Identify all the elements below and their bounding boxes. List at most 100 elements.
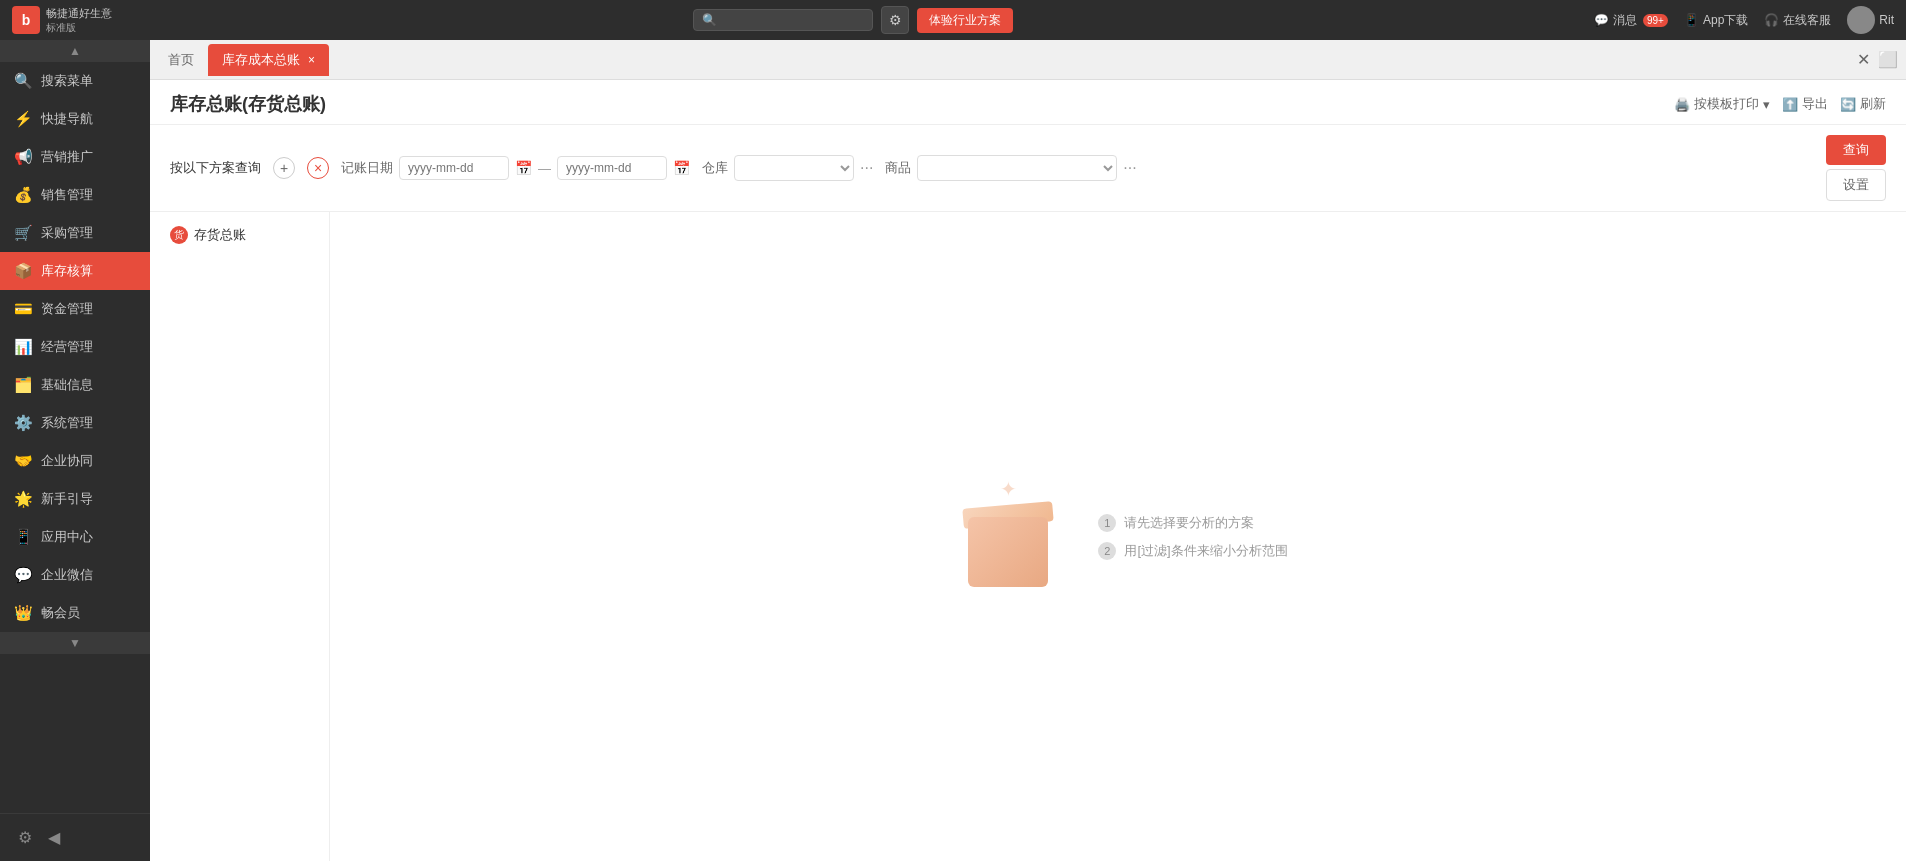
support-icon: 🎧 (1764, 13, 1779, 27)
filter-button-group: 查询 设置 (1826, 135, 1886, 201)
sidebar-item-purchase[interactable]: 🛒 采购管理 (0, 214, 150, 252)
page-title: 库存总账(存货总账) (170, 92, 326, 116)
user-avatar (1847, 6, 1875, 34)
scheme-item-inventory-ledger[interactable]: 货 存货总账 (162, 220, 317, 250)
product-select[interactable] (917, 155, 1117, 181)
message-badge: 99+ (1643, 14, 1668, 27)
search-input[interactable] (721, 13, 861, 27)
purchase-icon: 🛒 (14, 224, 33, 242)
date-start-input[interactable] (399, 156, 509, 180)
page-title-bar: 库存总账(存货总账) 🖨️ 按模板打印 ▾ ⬆️ 导出 🔄 刷新 (150, 80, 1906, 125)
export-button[interactable]: ⬆️ 导出 (1782, 95, 1828, 113)
product-label: 商品 (885, 159, 911, 177)
sidebar-scroll-down[interactable]: ▼ (0, 632, 150, 654)
date-field-label: 记账日期 (341, 159, 393, 177)
filter-add-button[interactable]: + (273, 157, 295, 179)
tab-home[interactable]: 首页 (158, 44, 204, 76)
query-button[interactable]: 查询 (1826, 135, 1886, 165)
scheme-icon: 货 (170, 226, 188, 244)
header-center: 🔍 ⚙ 体验行业方案 (693, 6, 1013, 34)
app-download-action[interactable]: 📱 App下载 (1684, 12, 1748, 29)
settings-button[interactable]: 设置 (1826, 169, 1886, 201)
search-menu-icon: 🔍 (14, 72, 33, 90)
new-guide-icon: 🌟 (14, 490, 33, 508)
empty-illustration: ✦ (948, 477, 1068, 597)
sidebar-item-enterprise-wechat[interactable]: 💬 企业微信 (0, 556, 150, 594)
message-icon: 💬 (1594, 13, 1609, 27)
sidebar-settings-button[interactable]: ⚙ (14, 824, 36, 851)
hint-text-1: 请先选择要分析的方案 (1124, 514, 1254, 532)
inventory-icon: 📦 (14, 262, 33, 280)
sidebar-item-finance[interactable]: 💳 资金管理 (0, 290, 150, 328)
product-field-group: 商品 ··· (885, 155, 1136, 181)
filter-close-button[interactable]: × (307, 157, 329, 179)
sidebar-item-inventory[interactable]: 📦 库存核算 (0, 252, 150, 290)
header-right: 💬 消息 99+ 📱 App下载 🎧 在线客服 Rit (1594, 6, 1894, 34)
user-area[interactable]: Rit (1847, 6, 1894, 34)
industry-button[interactable]: 体验行业方案 (917, 8, 1013, 33)
enterprise-wechat-icon: 💬 (14, 566, 33, 584)
online-support-action[interactable]: 🎧 在线客服 (1764, 12, 1831, 29)
app-center-icon: 📱 (14, 528, 33, 546)
product-more-button[interactable]: ··· (1123, 159, 1136, 177)
vip-icon: 👑 (14, 604, 33, 622)
empty-state: ✦ 1 请先选择要分析的方案 2 用[过滤]条件来缩小分析范围 (330, 212, 1906, 861)
sidebar-item-operations[interactable]: 📊 经营管理 (0, 328, 150, 366)
tab-inventory-ledger[interactable]: 库存成本总账 × (208, 44, 329, 76)
tab-close-icon[interactable]: × (308, 53, 315, 67)
sidebar-item-new-guide[interactable]: 🌟 新手引导 (0, 480, 150, 518)
sidebar-item-system[interactable]: ⚙️ 系统管理 (0, 404, 150, 442)
empty-hint-1: 1 请先选择要分析的方案 (1098, 514, 1287, 532)
chevron-down-icon: ▾ (1763, 97, 1770, 112)
empty-text: 1 请先选择要分析的方案 2 用[过滤]条件来缩小分析范围 (1098, 514, 1287, 560)
scheme-item-label: 存货总账 (194, 226, 246, 244)
filter-label: 按以下方案查询 (170, 159, 261, 177)
warehouse-more-button[interactable]: ··· (860, 159, 873, 177)
star-decoration: ✦ (1000, 477, 1017, 501)
date-end-input[interactable] (557, 156, 667, 180)
content-area: 首页 库存成本总账 × ✕ ⬜ 库存总账(存货总账) 🖨️ 按模板打印 ▾ (150, 40, 1906, 861)
logo-area: b 畅捷通好生意 标准版 (12, 6, 112, 35)
sidebar-item-vip[interactable]: 👑 畅会员 (0, 594, 150, 632)
sidebar-item-enterprise[interactable]: 🤝 企业协同 (0, 442, 150, 480)
refresh-button[interactable]: 🔄 刷新 (1840, 95, 1886, 113)
sidebar: ▲ 🔍 搜索菜单 ⚡ 快捷导航 📢 营销推广 💰 销售管理 🛒 采购管理 📦 库… (0, 40, 150, 861)
sidebar-item-search-menu[interactable]: 🔍 搜索菜单 (0, 62, 150, 100)
refresh-icon: 🔄 (1840, 97, 1856, 112)
sidebar-item-marketing[interactable]: 📢 营销推广 (0, 138, 150, 176)
print-template-button[interactable]: 🖨️ 按模板打印 ▾ (1674, 95, 1770, 113)
empty-hint-2: 2 用[过滤]条件来缩小分析范围 (1098, 542, 1287, 560)
search-bar[interactable]: 🔍 (693, 9, 873, 31)
top-header: b 畅捷通好生意 标准版 🔍 ⚙ 体验行业方案 💬 消息 99+ 📱 App下载… (0, 0, 1906, 40)
hint-text-2: 用[过滤]条件来缩小分析范围 (1124, 542, 1287, 560)
warehouse-select[interactable] (734, 155, 854, 181)
system-icon: ⚙️ (14, 414, 33, 432)
warehouse-field-group: 仓库 ··· (702, 155, 873, 181)
message-action[interactable]: 💬 消息 99+ (1594, 12, 1668, 29)
warehouse-label: 仓库 (702, 159, 728, 177)
tab-panel-right: ✕ ⬜ (1857, 50, 1898, 69)
sidebar-item-sales[interactable]: 💰 销售管理 (0, 176, 150, 214)
calendar-end-icon[interactable]: 📅 (673, 160, 690, 176)
sidebar-scroll-up[interactable]: ▲ (0, 40, 150, 62)
page-content: 库存总账(存货总账) 🖨️ 按模板打印 ▾ ⬆️ 导出 🔄 刷新 (150, 80, 1906, 861)
finance-icon: 💳 (14, 300, 33, 318)
operations-icon: 📊 (14, 338, 33, 356)
hint-num-2: 2 (1098, 542, 1116, 560)
panel-close-button[interactable]: ✕ (1857, 50, 1870, 69)
sidebar-collapse-button[interactable]: ◀ (44, 824, 64, 851)
sidebar-item-quick-nav[interactable]: ⚡ 快捷导航 (0, 100, 150, 138)
calendar-start-icon[interactable]: 📅 (515, 160, 532, 176)
sales-icon: 💰 (14, 186, 33, 204)
panel-resize-button[interactable]: ⬜ (1878, 50, 1898, 69)
header-left: b 畅捷通好生意 标准版 (12, 6, 112, 35)
printer-icon: 🖨️ (1674, 97, 1690, 112)
gear-button[interactable]: ⚙ (881, 6, 909, 34)
download-icon: 📱 (1684, 13, 1699, 27)
user-name: Rit (1879, 13, 1894, 27)
tab-bar: 首页 库存成本总账 × ✕ ⬜ (150, 40, 1906, 80)
marketing-icon: 📢 (14, 148, 33, 166)
sidebar-item-basic-info[interactable]: 🗂️ 基础信息 (0, 366, 150, 404)
app-name: 畅捷通好生意 (46, 6, 112, 21)
sidebar-item-app-center[interactable]: 📱 应用中心 (0, 518, 150, 556)
